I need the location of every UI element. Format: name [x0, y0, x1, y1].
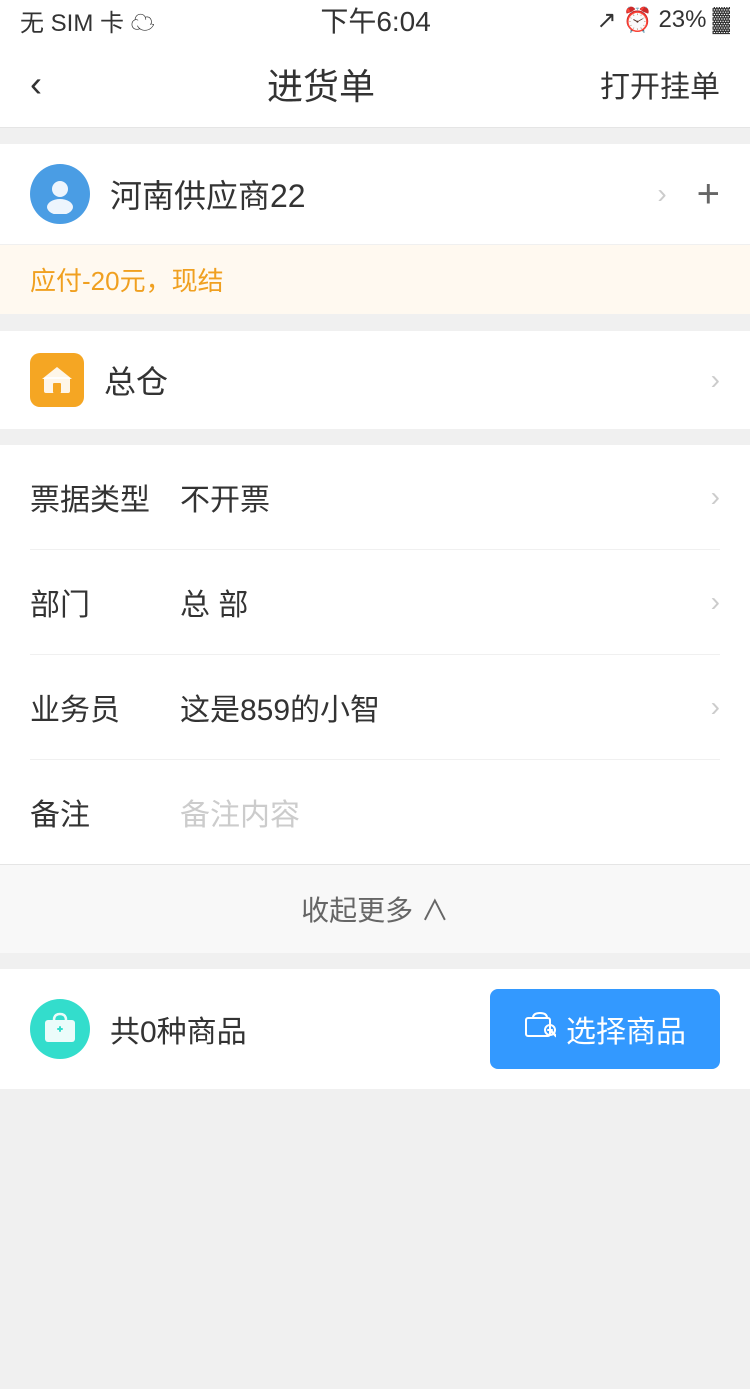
salesperson-label: 业务员	[30, 685, 170, 729]
product-count-label: 共0种商品	[110, 1007, 490, 1051]
battery-icon: ▓	[713, 6, 731, 34]
invoice-type-chevron-icon: ›	[711, 481, 720, 513]
supplier-name: 河南供应商22	[110, 171, 657, 217]
salesperson-value: 这是859的小智	[170, 685, 711, 729]
form-separator	[0, 429, 750, 445]
warehouse-icon	[30, 353, 84, 407]
warehouse-name: 总仓	[104, 357, 711, 403]
form-section: 票据类型 不开票 › 部门 总 部 › 业务员 这是859的小智 › 备注 备注…	[0, 445, 750, 953]
sim-indicator: 无 SIM 卡 ☁	[20, 3, 155, 38]
nav-bar: ‹ 进货单 打开挂单	[0, 40, 750, 128]
select-product-icon	[524, 1010, 556, 1049]
supplier-row[interactable]: 河南供应商22 › +	[0, 144, 750, 245]
location-icon: ↗	[596, 6, 616, 35]
warehouse-chevron-icon: ›	[711, 364, 720, 396]
supplier-notice: 应付-20元，现结	[0, 245, 750, 315]
supplier-card: 河南供应商22 › + 应付-20元，现结	[0, 144, 750, 315]
status-bar-right: ↗ ⏰ 23% ▓	[596, 6, 730, 35]
product-bar: 共0种商品 选择商品	[0, 969, 750, 1089]
supplier-chevron-icon: ›	[657, 178, 666, 210]
remarks-row[interactable]: 备注 备注内容	[0, 760, 750, 864]
battery-level: 23%	[658, 6, 706, 34]
remarks-placeholder: 备注内容	[170, 790, 720, 834]
status-bar: 无 SIM 卡 ☁ 下午6:04 ↗ ⏰ 23% ▓	[0, 0, 750, 40]
salesperson-chevron-icon: ›	[711, 691, 720, 723]
department-row[interactable]: 部门 总 部 ›	[0, 550, 750, 654]
bottom-filler	[0, 1089, 750, 1389]
remarks-label: 备注	[30, 790, 170, 834]
status-bar-time: 下午6:04	[320, 0, 431, 40]
alarm-icon: ⏰	[623, 6, 653, 35]
department-value: 总 部	[170, 580, 711, 624]
warehouse-separator	[0, 315, 750, 331]
collapse-button[interactable]: 收起更多 ∧	[0, 864, 750, 953]
open-pending-button[interactable]: 打开挂单	[600, 62, 720, 106]
invoice-type-label: 票据类型	[30, 475, 170, 519]
department-chevron-icon: ›	[711, 586, 720, 618]
top-separator	[0, 128, 750, 144]
invoice-type-row[interactable]: 票据类型 不开票 ›	[0, 445, 750, 549]
department-label: 部门	[30, 580, 170, 624]
page-title: 进货单	[267, 58, 375, 110]
product-icon	[30, 999, 90, 1059]
invoice-type-value: 不开票	[170, 475, 711, 519]
warehouse-card: 总仓 ›	[0, 331, 750, 429]
status-bar-left: 无 SIM 卡 ☁	[20, 3, 155, 38]
select-product-label: 选择商品	[566, 1007, 686, 1051]
add-supplier-button[interactable]: +	[697, 172, 720, 217]
select-product-button[interactable]: 选择商品	[490, 989, 720, 1069]
supplier-avatar	[30, 164, 90, 224]
warehouse-row[interactable]: 总仓 ›	[0, 331, 750, 429]
salesperson-row[interactable]: 业务员 这是859的小智 ›	[0, 655, 750, 759]
back-button[interactable]: ‹	[30, 63, 42, 105]
